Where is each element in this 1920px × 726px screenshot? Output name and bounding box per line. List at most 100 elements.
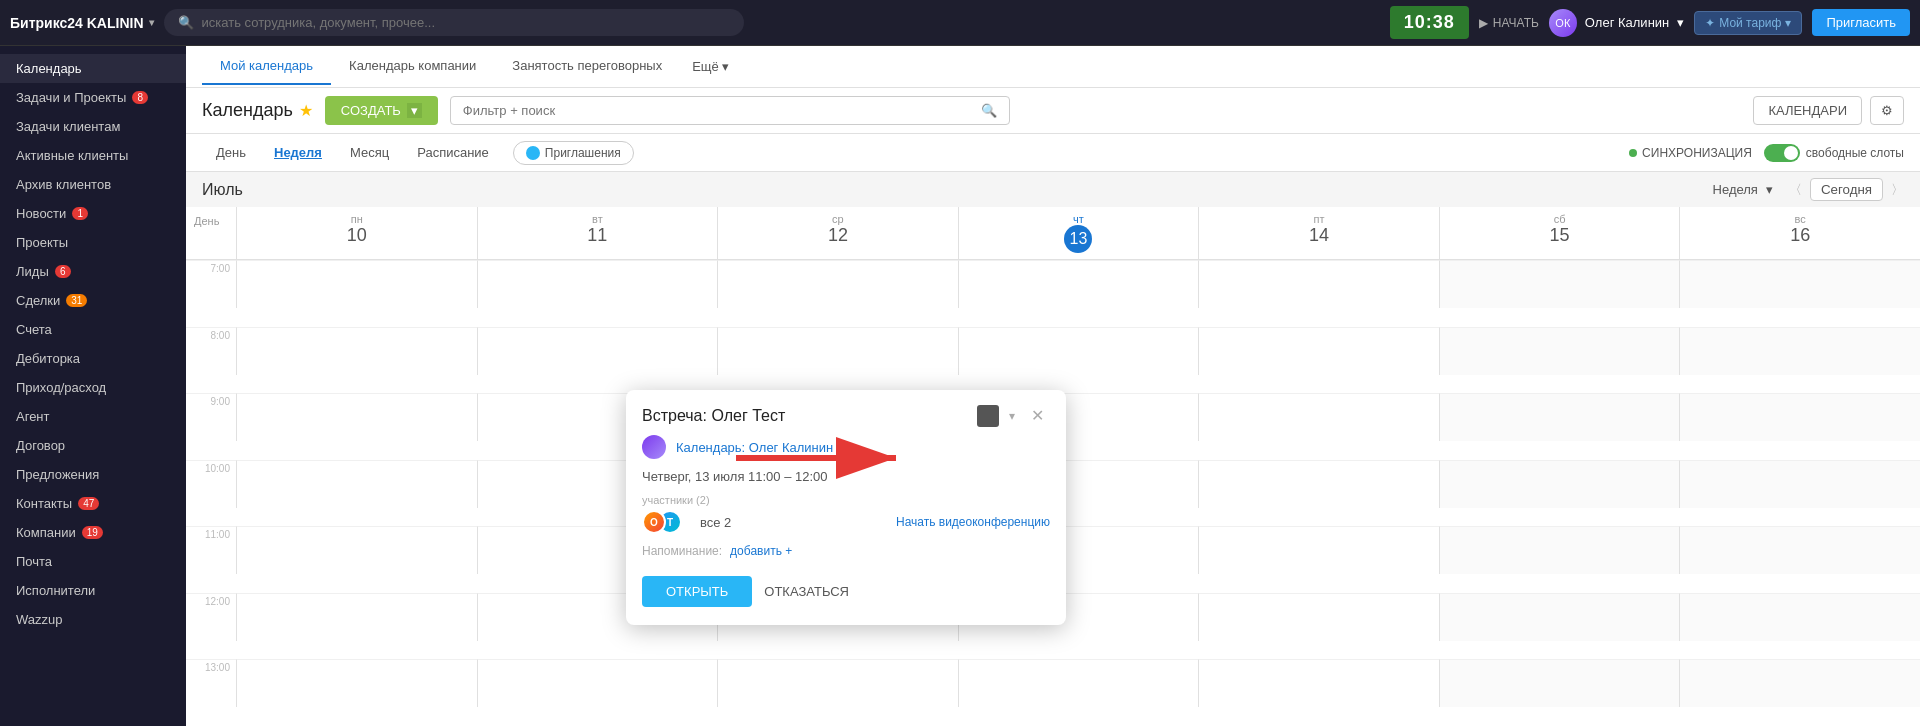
sidebar-item-active-clients[interactable]: Активные клиенты: [0, 141, 186, 170]
cell-tue-700[interactable]: [477, 260, 718, 308]
cell-sun-800[interactable]: [1679, 327, 1920, 375]
popup-body: Календарь: Олег Калинин Четверг, 13 июля…: [626, 435, 1066, 625]
sidebar-item-income[interactable]: Приход/расход: [0, 373, 186, 402]
badge: 47: [78, 497, 99, 510]
cell-fri-900[interactable]: [1198, 393, 1439, 441]
start-timer-button[interactable]: ▶ НАЧАТЬ: [1479, 16, 1539, 30]
sync-button[interactable]: СИНХРОНИЗАЦИЯ: [1629, 146, 1752, 160]
cell-wed-800[interactable]: [717, 327, 958, 375]
sidebar-item-proposals[interactable]: Предложения: [0, 460, 186, 489]
favorite-star-icon[interactable]: ★: [299, 101, 313, 120]
cell-sun-1000[interactable]: [1679, 460, 1920, 508]
settings-gear-button[interactable]: ⚙: [1870, 96, 1904, 125]
tab-my-calendar[interactable]: Мой календарь: [202, 48, 331, 85]
cell-mon-1200[interactable]: [236, 593, 477, 641]
sidebar-item-projects[interactable]: Проекты: [0, 228, 186, 257]
popup-color-selector[interactable]: [977, 405, 999, 427]
cell-tue-800[interactable]: [477, 327, 718, 375]
cell-tue-1300[interactable]: [477, 659, 718, 707]
video-conference-button[interactable]: Начать видеоконференцию: [896, 515, 1050, 529]
cell-mon-700[interactable]: [236, 260, 477, 308]
toggle-switch[interactable]: [1764, 144, 1800, 162]
filter-input[interactable]: [463, 103, 973, 118]
cell-sun-1200[interactable]: [1679, 593, 1920, 641]
cell-sat-1100[interactable]: [1439, 526, 1680, 574]
calendars-button[interactable]: КАЛЕНДАРИ: [1753, 96, 1862, 125]
sidebar-item-companies[interactable]: Компании 19: [0, 518, 186, 547]
sidebar-item-invoices[interactable]: Счета: [0, 315, 186, 344]
logo-chevron-icon[interactable]: ▾: [149, 17, 154, 28]
sidebar-item-deals[interactable]: Сделки 31: [0, 286, 186, 315]
invitations-button[interactable]: Приглашения: [513, 141, 634, 165]
free-slots-label: свободные слоты: [1806, 146, 1904, 160]
cell-fri-1000[interactable]: [1198, 460, 1439, 508]
sidebar-item-executors[interactable]: Исполнители: [0, 576, 186, 605]
view-day-button[interactable]: День: [202, 140, 260, 165]
open-event-button[interactable]: ОТКРЫТЬ: [642, 576, 752, 607]
tariff-button[interactable]: ✦ Мой тариф ▾: [1694, 11, 1802, 35]
cell-sun-700[interactable]: [1679, 260, 1920, 308]
star-icon: ✦: [1705, 16, 1715, 30]
filter-search[interactable]: 🔍: [450, 96, 1010, 125]
popup-dropdown-icon[interactable]: ▾: [1009, 409, 1015, 423]
view-week-button[interactable]: Неделя: [260, 140, 336, 165]
cell-fri-700[interactable]: [1198, 260, 1439, 308]
sidebar-item-leads[interactable]: Лиды 6: [0, 257, 186, 286]
sidebar-item-archive-clients[interactable]: Архив клиентов: [0, 170, 186, 199]
tab-meeting-rooms[interactable]: Занятость переговорных: [494, 48, 680, 85]
cell-mon-800[interactable]: [236, 327, 477, 375]
cell-thu-800[interactable]: [958, 327, 1199, 375]
cell-sat-1000[interactable]: [1439, 460, 1680, 508]
cell-sat-700[interactable]: [1439, 260, 1680, 308]
cell-wed-700[interactable]: [717, 260, 958, 308]
user-menu[interactable]: ОК Олег Калинин ▾: [1549, 9, 1684, 37]
cell-fri-800[interactable]: [1198, 327, 1439, 375]
cell-sun-1300[interactable]: [1679, 659, 1920, 707]
cell-fri-1100[interactable]: [1198, 526, 1439, 574]
cell-sun-1100[interactable]: [1679, 526, 1920, 574]
time-slot-1300: 13:00: [186, 659, 236, 707]
cell-fri-1200[interactable]: [1198, 593, 1439, 641]
create-button[interactable]: СОЗДАТЬ ▾: [325, 96, 438, 125]
view-schedule-button[interactable]: Расписание: [403, 140, 503, 165]
search-input[interactable]: [202, 15, 730, 30]
cell-sat-1200[interactable]: [1439, 593, 1680, 641]
sidebar-item-agent[interactable]: Агент: [0, 402, 186, 431]
sidebar-label: Счета: [16, 322, 52, 337]
view-month-button[interactable]: Месяц: [336, 140, 403, 165]
sidebar-item-calendar[interactable]: Календарь: [0, 54, 186, 83]
today-button[interactable]: Сегодня: [1810, 178, 1883, 201]
cell-fri-1300[interactable]: [1198, 659, 1439, 707]
nav-forward-icon[interactable]: 〉: [1891, 181, 1904, 199]
cell-thu-700[interactable]: [958, 260, 1199, 308]
sidebar-item-contacts[interactable]: Контакты 47: [0, 489, 186, 518]
cell-sun-900[interactable]: [1679, 393, 1920, 441]
cell-mon-1100[interactable]: [236, 526, 477, 574]
cell-thu-1300[interactable]: [958, 659, 1199, 707]
sidebar-item-news[interactable]: Новости 1: [0, 199, 186, 228]
cell-sat-900[interactable]: [1439, 393, 1680, 441]
sidebar-item-contract[interactable]: Договор: [0, 431, 186, 460]
cell-mon-1300[interactable]: [236, 659, 477, 707]
free-slots-toggle[interactable]: свободные слоты: [1764, 144, 1904, 162]
cell-wed-1300[interactable]: [717, 659, 958, 707]
sidebar-label: Новости: [16, 206, 66, 221]
tab-company-calendar[interactable]: Календарь компании: [331, 48, 494, 85]
sidebar-item-tasks[interactable]: Задачи и Проекты 8: [0, 83, 186, 112]
popup-participants-count: все 2: [700, 515, 731, 530]
cell-mon-900[interactable]: [236, 393, 477, 441]
sidebar-item-client-tasks[interactable]: Задачи клиентам: [0, 112, 186, 141]
global-search[interactable]: 🔍: [164, 9, 744, 36]
cell-sat-1300[interactable]: [1439, 659, 1680, 707]
view-bar: День Неделя Месяц Расписание Приглашения…: [186, 134, 1920, 172]
sidebar-item-mail[interactable]: Почта: [0, 547, 186, 576]
cell-sat-800[interactable]: [1439, 327, 1680, 375]
popup-close-button[interactable]: ✕: [1025, 404, 1050, 427]
popup-add-reminder-button[interactable]: добавить +: [730, 544, 792, 558]
sidebar-item-debit[interactable]: Дебиторка: [0, 344, 186, 373]
sidebar-item-wazzup[interactable]: Wazzup: [0, 605, 186, 634]
decline-event-button[interactable]: ОТКАЗАТЬСЯ: [764, 584, 849, 599]
tab-more[interactable]: Ещё ▾: [680, 49, 741, 84]
invite-button[interactable]: Пригласить: [1812, 9, 1910, 36]
cell-mon-1000[interactable]: [236, 460, 477, 508]
